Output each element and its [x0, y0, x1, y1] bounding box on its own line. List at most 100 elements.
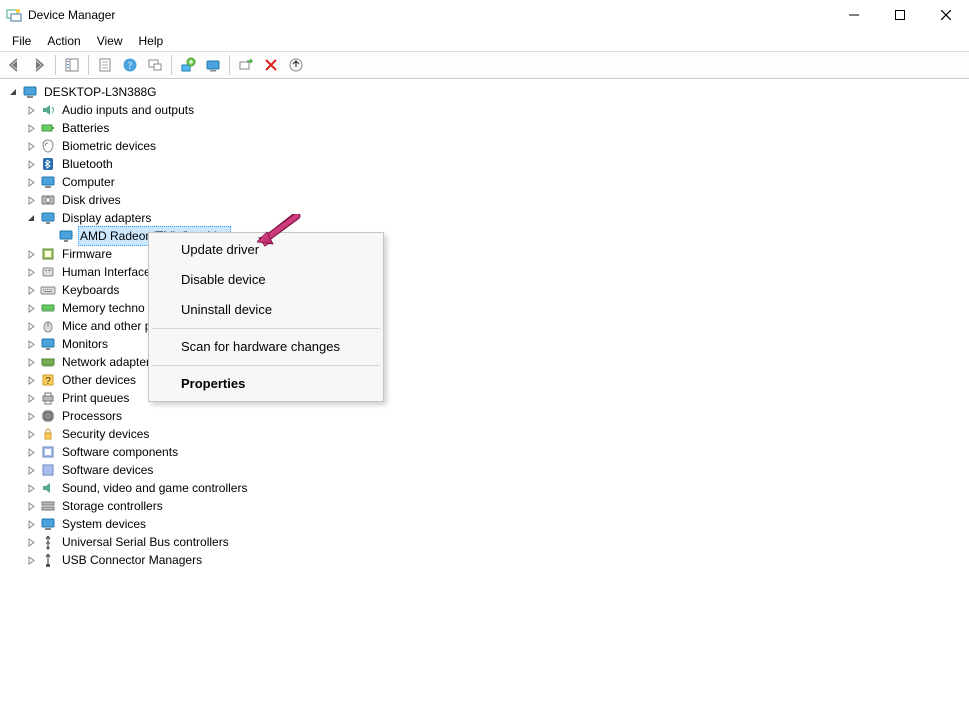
- tree-root[interactable]: DESKTOP-L3N388G: [2, 83, 969, 101]
- menu-file[interactable]: File: [4, 32, 39, 50]
- expand-icon[interactable]: [24, 103, 38, 117]
- tree-item-label: Universal Serial Bus controllers: [60, 533, 231, 551]
- tree-item[interactable]: Storage controllers: [2, 497, 969, 515]
- device-tree[interactable]: DESKTOP-L3N388G Audio inputs and outputs…: [0, 79, 969, 569]
- menu-help[interactable]: Help: [131, 32, 172, 50]
- scan-hardware-button[interactable]: [234, 53, 258, 77]
- audio-icon: [40, 102, 56, 118]
- tree-item[interactable]: Sound, video and game controllers: [2, 479, 969, 497]
- tree-item[interactable]: Audio inputs and outputs: [2, 101, 969, 119]
- expand-icon[interactable]: [24, 319, 38, 333]
- mouse-icon: [40, 318, 56, 334]
- expand-icon[interactable]: [24, 283, 38, 297]
- ctx-uninstall-device[interactable]: Uninstall device: [151, 295, 381, 325]
- expand-icon[interactable]: [24, 373, 38, 387]
- ctx-update-driver[interactable]: Update driver: [151, 235, 381, 265]
- printer-icon: [40, 390, 56, 406]
- expand-icon[interactable]: [24, 553, 38, 567]
- toolbar-separator: [88, 55, 89, 75]
- tree-item[interactable]: Bluetooth: [2, 155, 969, 173]
- window-title: Device Manager: [28, 8, 115, 22]
- display-icon: [40, 210, 56, 226]
- tree-item[interactable]: Processors: [2, 407, 969, 425]
- tree-item[interactable]: Computer: [2, 173, 969, 191]
- tree-item[interactable]: Software devices: [2, 461, 969, 479]
- minimize-button[interactable]: [831, 0, 877, 30]
- battery-icon: [40, 120, 56, 136]
- expand-icon[interactable]: [24, 481, 38, 495]
- device-manager-icon: [6, 7, 22, 23]
- tree-item[interactable]: Disk drives: [2, 191, 969, 209]
- ctx-properties[interactable]: Properties: [151, 369, 381, 399]
- help-button[interactable]: ?: [118, 53, 142, 77]
- tree-item-label: Monitors: [60, 335, 110, 353]
- maximize-button[interactable]: [877, 0, 923, 30]
- menu-view[interactable]: View: [89, 32, 131, 50]
- tree-item-label: Software components: [60, 443, 180, 461]
- tree-item-label: Sound, video and game controllers: [60, 479, 249, 497]
- expand-icon[interactable]: [24, 535, 38, 549]
- tree-root-label: DESKTOP-L3N388G: [42, 83, 159, 101]
- expand-icon[interactable]: [24, 355, 38, 369]
- tree-item[interactable]: Biometric devices: [2, 137, 969, 155]
- add-legacy-hw-button[interactable]: [176, 53, 200, 77]
- expand-icon[interactable]: [24, 301, 38, 315]
- ctx-disable-device[interactable]: Disable device: [151, 265, 381, 295]
- tree-item[interactable]: Universal Serial Bus controllers: [2, 533, 969, 551]
- uninstall-device-button[interactable]: [259, 53, 283, 77]
- display-icon: [58, 228, 74, 244]
- cpu-icon: [40, 408, 56, 424]
- tree-item-label: Memory techno: [60, 299, 147, 317]
- device-icon-button[interactable]: [143, 53, 167, 77]
- tree-item-label: Mice and other p: [60, 317, 153, 335]
- ctx-separator: [152, 365, 380, 366]
- expand-icon[interactable]: [24, 445, 38, 459]
- toolbar: ?: [0, 51, 969, 79]
- tree-item-label: Bluetooth: [60, 155, 115, 173]
- expand-icon[interactable]: [24, 139, 38, 153]
- expand-icon[interactable]: [24, 157, 38, 171]
- storage-icon: [40, 498, 56, 514]
- expand-icon[interactable]: [24, 427, 38, 441]
- tree-item[interactable]: Display adapters: [2, 209, 969, 227]
- tree-item-label: Storage controllers: [60, 497, 165, 515]
- expand-icon[interactable]: [24, 463, 38, 477]
- show-hide-tree-button[interactable]: [60, 53, 84, 77]
- expand-icon[interactable]: [24, 391, 38, 405]
- expander-placeholder: [42, 229, 56, 243]
- ctx-scan-hardware[interactable]: Scan for hardware changes: [151, 332, 381, 362]
- usbconn-icon: [40, 552, 56, 568]
- nav-back-button[interactable]: [2, 53, 26, 77]
- computer-icon: [40, 174, 56, 190]
- expand-icon[interactable]: [24, 409, 38, 423]
- firmware-icon: [40, 246, 56, 262]
- expand-icon[interactable]: [24, 193, 38, 207]
- context-menu: Update driver Disable device Uninstall d…: [148, 232, 384, 402]
- remote-computer-button[interactable]: [201, 53, 225, 77]
- expand-icon[interactable]: [24, 517, 38, 531]
- keyboard-icon: [40, 282, 56, 298]
- collapse-icon[interactable]: [6, 85, 20, 99]
- expand-icon[interactable]: [24, 121, 38, 135]
- tree-item[interactable]: USB Connector Managers: [2, 551, 969, 569]
- menu-action[interactable]: Action: [39, 32, 88, 50]
- tree-item[interactable]: Security devices: [2, 425, 969, 443]
- expand-icon[interactable]: [24, 337, 38, 351]
- tree-item[interactable]: Software components: [2, 443, 969, 461]
- tree-item-label: Human Interface: [60, 263, 153, 281]
- tree-item[interactable]: Batteries: [2, 119, 969, 137]
- expand-icon[interactable]: [24, 265, 38, 279]
- nav-forward-button[interactable]: [27, 53, 51, 77]
- expand-icon[interactable]: [24, 499, 38, 513]
- expand-icon[interactable]: [24, 247, 38, 261]
- collapse-icon[interactable]: [24, 211, 38, 225]
- properties-sheet-button[interactable]: [93, 53, 117, 77]
- tree-item-label: Display adapters: [60, 209, 153, 227]
- expand-icon[interactable]: [24, 175, 38, 189]
- biometric-icon: [40, 138, 56, 154]
- update-driver-button[interactable]: [284, 53, 308, 77]
- svg-text:?: ?: [45, 376, 51, 387]
- disk-icon: [40, 192, 56, 208]
- close-button[interactable]: [923, 0, 969, 30]
- tree-item[interactable]: System devices: [2, 515, 969, 533]
